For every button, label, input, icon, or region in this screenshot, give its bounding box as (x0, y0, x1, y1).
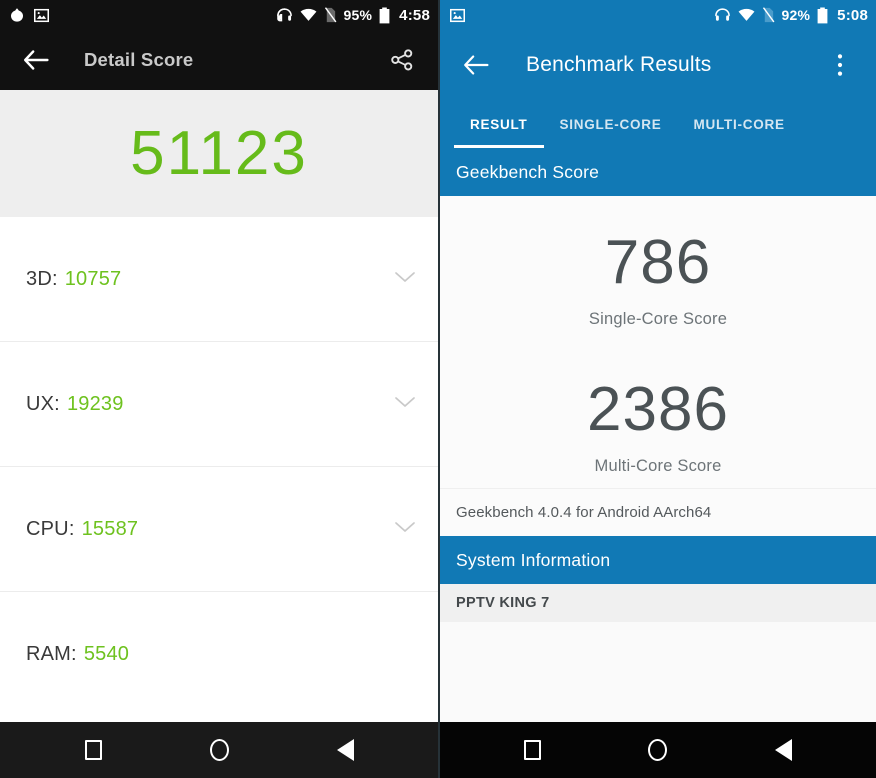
headset-icon (276, 7, 293, 23)
system-information-header: System Information (440, 536, 876, 584)
circle-icon[interactable] (631, 730, 685, 770)
tab-multi-core[interactable]: MULTI-CORE (678, 100, 801, 148)
multi-core-score-caption: Multi-Core Score (594, 457, 722, 475)
page-title: Detail Score (84, 49, 194, 70)
right-battery-percent: 92% (781, 7, 811, 23)
geekbench-version-text: Geekbench 4.0.4 for Android AArch64 (456, 504, 712, 521)
left-battery-percent: 95% (343, 7, 373, 23)
multi-core-score-value: 2386 (587, 375, 729, 444)
tab-label: SINGLE-CORE (559, 116, 662, 132)
detail-value: 5540 (83, 643, 130, 665)
right-toolbar: Benchmark Results (440, 30, 876, 100)
left-toolbar: Detail Score (0, 30, 438, 90)
detail-label: CPU: (26, 517, 75, 540)
total-score-hero: 51123 (0, 90, 438, 217)
right-toolbar-actions (820, 45, 860, 85)
system-information-label: System Information (456, 549, 611, 570)
triangle-back-icon[interactable] (756, 730, 810, 770)
tab-result[interactable]: RESULT (454, 100, 544, 148)
chevron-down-icon[interactable] (394, 270, 416, 289)
photo-icon (34, 8, 49, 23)
list-item[interactable]: RAM: 5540 (0, 592, 438, 717)
left-phone-screen: 95% 4:58 Detail Score 51123 3D: 10757 UX… (0, 0, 438, 778)
tab-single-core[interactable]: SINGLE-CORE (544, 100, 678, 148)
tab-label: RESULT (470, 116, 528, 132)
geekbench-version-row: Geekbench 4.0.4 for Android AArch64 (440, 488, 876, 536)
device-name-label: PPTV KING 7 (456, 595, 550, 611)
wifi-icon (300, 8, 317, 22)
more-vert-icon[interactable] (820, 45, 860, 85)
photo-icon (450, 8, 465, 23)
single-core-score-value: 786 (604, 228, 712, 297)
left-status-bar-left-icons (10, 7, 49, 23)
score-panel: 786 Single-Core Score 2386 Multi-Core Sc… (440, 196, 876, 488)
square-icon[interactable] (506, 730, 560, 770)
wifi-icon (738, 8, 755, 22)
multi-core-score-block: 2386 Multi-Core Score (440, 339, 876, 488)
droplet-icon (10, 7, 24, 23)
detail-score-list: 3D: 10757 UX: 19239 CPU: 15587 RAM: 5540 (0, 217, 438, 717)
square-icon[interactable] (66, 730, 120, 770)
detail-label: RAM: (26, 643, 77, 665)
section-header-label: Geekbench Score (456, 161, 600, 182)
headset-icon (714, 7, 731, 23)
chevron-down-icon[interactable] (394, 520, 416, 539)
detail-value: 15587 (81, 517, 139, 540)
right-clock: 5:08 (837, 6, 868, 24)
geekbench-score-header: Geekbench Score (440, 148, 876, 196)
detail-value: 10757 (64, 267, 122, 290)
right-nav-bar (440, 722, 876, 778)
page-title: Benchmark Results (526, 53, 712, 76)
no-sim-icon (762, 7, 775, 23)
arrow-back-icon[interactable] (16, 40, 56, 80)
single-core-score-block: 786 Single-Core Score (440, 196, 876, 339)
left-clock: 4:58 (399, 6, 430, 24)
left-status-bar: 95% 4:58 (0, 0, 438, 30)
left-status-bar-right-icons: 95% 4:58 (276, 7, 430, 24)
detail-label: UX: (26, 392, 60, 415)
battery-icon (817, 7, 828, 24)
tab-label: MULTI-CORE (693, 116, 785, 132)
list-item[interactable]: UX: 19239 (0, 342, 438, 467)
battery-icon (379, 7, 390, 24)
results-tab-bar: RESULT SINGLE-CORE MULTI-CORE (440, 100, 876, 148)
share-icon[interactable] (382, 40, 422, 80)
chevron-down-icon[interactable] (394, 395, 416, 414)
left-nav-bar (0, 722, 438, 778)
right-status-bar-left-icons (450, 8, 465, 23)
right-status-bar-right-icons: 92% 5:08 (714, 7, 868, 24)
right-phone-screen: 92% 5:08 Benchmark Results RESULT SINGLE… (438, 0, 876, 778)
list-item[interactable]: CPU: 15587 (0, 467, 438, 592)
total-score-value: 51123 (130, 118, 308, 188)
detail-value: 19239 (66, 392, 124, 415)
dual-screenshot-container: 95% 4:58 Detail Score 51123 3D: 10757 UX… (0, 0, 876, 778)
arrow-back-icon[interactable] (456, 45, 496, 85)
triangle-back-icon[interactable] (318, 730, 372, 770)
no-sim-icon (324, 7, 337, 23)
detail-label: 3D: (26, 267, 58, 290)
right-status-bar: 92% 5:08 (440, 0, 876, 30)
list-item[interactable]: 3D: 10757 (0, 217, 438, 342)
circle-icon[interactable] (192, 730, 246, 770)
left-toolbar-actions (382, 40, 422, 80)
device-name-row: PPTV KING 7 (440, 584, 876, 622)
single-core-score-caption: Single-Core Score (588, 310, 728, 328)
